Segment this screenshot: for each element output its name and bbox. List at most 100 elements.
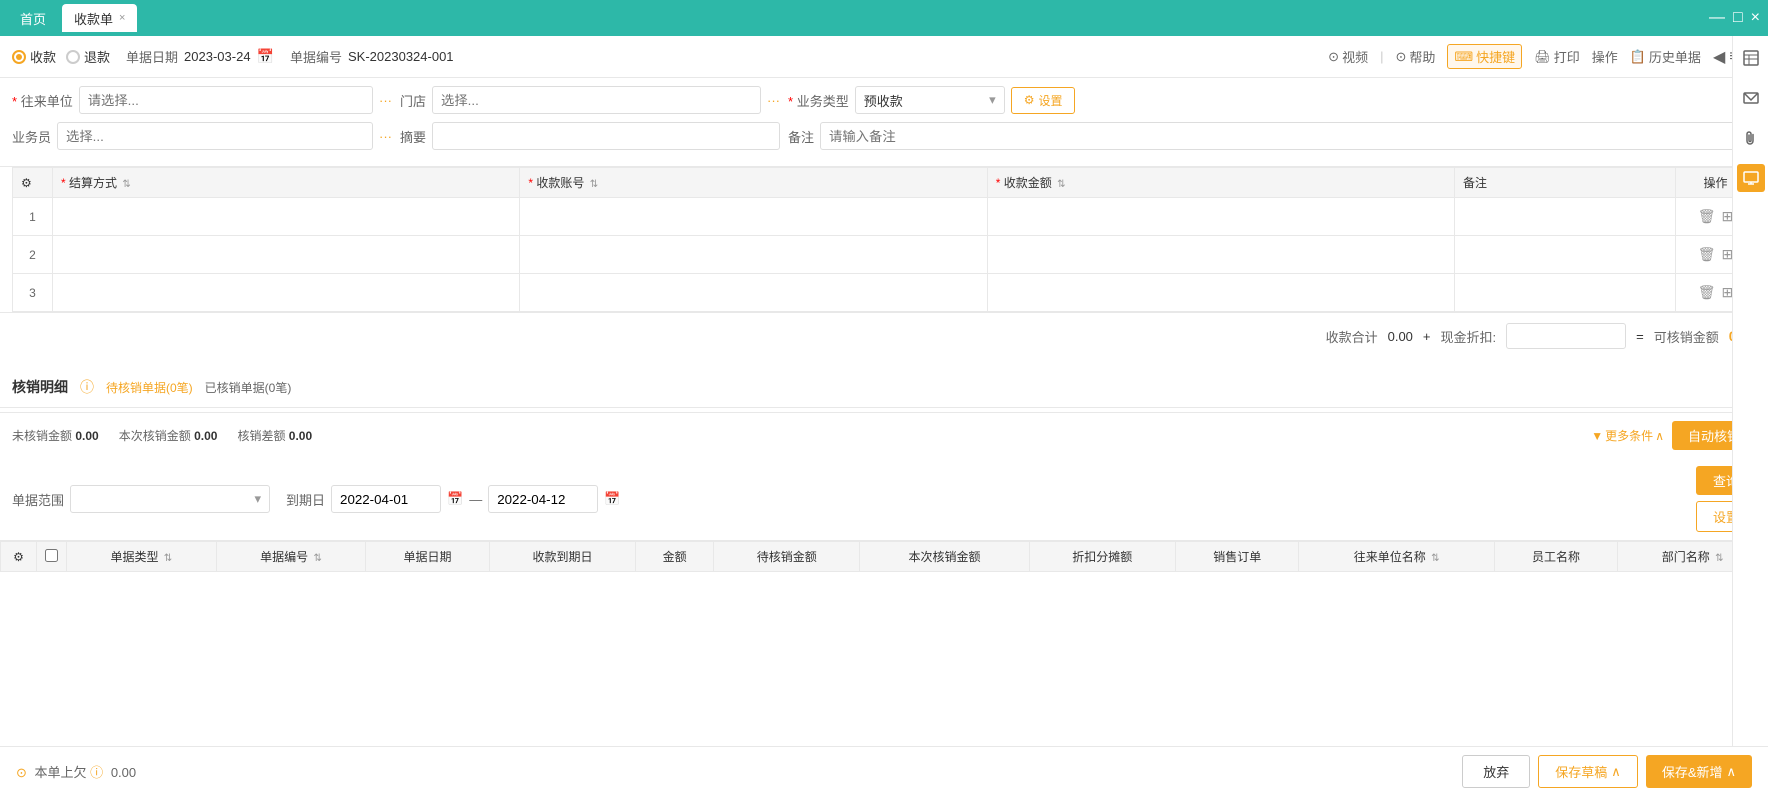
col-doc-type: 单据类型 ⇅ [67, 542, 217, 572]
summary-label: 摘要 [400, 127, 426, 146]
row-2-remark[interactable] [1455, 236, 1676, 274]
row-1-amount[interactable] [987, 198, 1454, 236]
close-btn[interactable]: × [1751, 9, 1760, 27]
store-input[interactable] [432, 86, 761, 114]
staff-input[interactable] [57, 122, 373, 150]
date-to-icon[interactable]: 📅 [604, 491, 620, 507]
row-1-remark[interactable] [1455, 198, 1676, 236]
sidebar-table-icon[interactable] [1737, 44, 1765, 72]
biz-type-select[interactable]: 预收款 ▾ [855, 86, 1005, 114]
form-row-1: * 往来单位 ··· 门店 ··· * 业务类型 预收款 ▾ [12, 86, 1756, 114]
due-date-label: 到期日 [286, 490, 325, 509]
setting-label: 设置 [1038, 92, 1062, 109]
partner-more-icon[interactable]: ··· [379, 93, 392, 108]
notes-input[interactable] [820, 122, 1756, 150]
save-new-btn[interactable]: 保存&新增 ∧ [1646, 755, 1752, 788]
video-label: 视频 [1342, 47, 1368, 66]
help-btn[interactable]: ⊙ 帮助 [1395, 47, 1435, 66]
radio-receipt[interactable]: 收款 [12, 47, 56, 66]
row-2-settlement[interactable] [53, 236, 520, 274]
print-label: 打印 [1554, 47, 1580, 66]
biz-type-field: * 业务类型 预收款 ▾ ⚙ 设置 [788, 86, 1075, 114]
row-2-account[interactable] [520, 236, 987, 274]
staff-more-icon[interactable]: ··· [379, 129, 392, 144]
shortcut-btn[interactable]: ⌨ 快捷键 [1447, 44, 1522, 69]
video-btn[interactable]: ⊙ 视频 [1328, 47, 1368, 66]
setting-icon: ⚙ [1024, 93, 1035, 107]
help-label: 帮助 [1409, 47, 1435, 66]
window-controls: — □ × [1709, 9, 1760, 27]
available-label: 可核销金额 [1654, 327, 1719, 346]
range-select[interactable]: ▾ [70, 485, 270, 513]
minimize-btn[interactable]: — [1709, 9, 1725, 27]
save-draft-label: 保存草稿 [1555, 762, 1607, 781]
setting-button[interactable]: ⚙ 设置 [1011, 87, 1076, 114]
receipt-table: ⚙ * 结算方式 ⇅ * 收款账号 ⇅ * 收款金额 [12, 167, 1756, 312]
partner-field: * 往来单位 ··· [12, 86, 392, 114]
sidebar-email-icon[interactable] [1737, 84, 1765, 112]
date-from-input[interactable] [331, 485, 441, 513]
radio-refund[interactable]: 退款 [66, 47, 110, 66]
tab-home-label: 首页 [20, 9, 46, 28]
gear-icon: ⚙ [21, 176, 32, 190]
date-to-input[interactable] [488, 485, 598, 513]
maximize-btn[interactable]: □ [1733, 9, 1743, 27]
row-3-account[interactable] [520, 274, 987, 312]
sidebar-screen-icon[interactable] [1737, 164, 1765, 192]
bottom-gear-icon: ⚙ [13, 550, 24, 564]
col-due-date: 收款到期日 [489, 542, 635, 572]
store-more-icon[interactable]: ··· [767, 93, 780, 108]
select-all-checkbox[interactable] [45, 549, 58, 562]
print-btn[interactable]: 🖨 打印 [1534, 47, 1580, 66]
video-icon: ⊙ [1328, 49, 1339, 65]
history-btn[interactable]: 📋 历史单据 [1630, 47, 1701, 66]
radio-receipt-circle [12, 50, 26, 64]
sort-dept[interactable]: ⇅ [1715, 553, 1723, 564]
row-1-delete-icon[interactable]: 🗑 [1698, 208, 1716, 225]
date-from-icon[interactable]: 📅 [447, 491, 463, 507]
table-row: 3 🗑 ⊞ [13, 274, 1756, 312]
row-2-amount[interactable] [987, 236, 1454, 274]
table-gear-header[interactable]: ⚙ [13, 168, 53, 198]
abandon-btn[interactable]: 放弃 [1462, 755, 1530, 788]
save-draft-btn[interactable]: 保存草稿 ∧ [1538, 755, 1638, 788]
discount-input[interactable] [1506, 323, 1626, 349]
tab-home[interactable]: 首页 [8, 4, 58, 32]
row-3-settlement[interactable] [53, 274, 520, 312]
verify-stats: 未核销金额 0.00 本次核销金额 0.00 核销差额 0.00 ▼ 更多条件 … [0, 413, 1768, 458]
operation-btn[interactable]: 操作 [1592, 47, 1618, 66]
verify-area: 未核销金额 0.00 本次核销金额 0.00 核销差额 0.00 ▼ 更多条件 … [0, 412, 1768, 572]
tab-current[interactable]: 收款单 × [62, 4, 137, 32]
number-field-group: 单据编号 SK-20230324-001 [290, 47, 454, 66]
row-3-amount[interactable] [987, 274, 1454, 312]
receipt-table-container: ⚙ * 结算方式 ⇅ * 收款账号 ⇅ * 收款金额 [0, 167, 1768, 312]
pending-tab[interactable]: 待核销单据(0笔) [106, 379, 193, 396]
verify-diff: 核销差额 0.00 [237, 427, 312, 444]
more-conditions-btn[interactable]: ▼ 更多条件 ∧ [1591, 427, 1664, 444]
col-remark: 备注 [1455, 168, 1676, 198]
shortcut-label: 快捷键 [1476, 47, 1515, 66]
tab-close-icon[interactable]: × [119, 12, 125, 24]
row-2-delete-icon[interactable]: 🗑 [1698, 246, 1716, 263]
bottom-checkbox-header[interactable] [37, 542, 67, 572]
sort-doc-type[interactable]: ⇅ [164, 553, 172, 564]
sort-doc-num[interactable]: ⇅ [313, 553, 321, 564]
sidebar-clip-icon[interactable] [1737, 124, 1765, 152]
prev-icon[interactable]: ◀ [1713, 47, 1725, 67]
verified-tab[interactable]: 已核销单据(0笔) [205, 379, 292, 396]
date-icon[interactable]: 📅 [257, 48, 274, 65]
partner-input[interactable] [79, 86, 373, 114]
row-3-delete-icon[interactable]: 🗑 [1698, 284, 1716, 301]
bottom-table-container: ⚙ 单据类型 ⇅ 单据编号 ⇅ [0, 541, 1768, 572]
bottom-gear-header[interactable]: ⚙ [1, 542, 37, 572]
sort-partner[interactable]: ⇅ [1431, 553, 1439, 564]
summary-input[interactable] [432, 122, 780, 150]
shortcut-icon: ⌨ [1454, 49, 1473, 65]
row-1-account[interactable] [520, 198, 987, 236]
row-3-remark[interactable] [1455, 274, 1676, 312]
row-1-settlement[interactable] [53, 198, 520, 236]
summary-row: 收款合计 0.00 + 现金折扣: = 可核销金额 0.00 [0, 312, 1768, 359]
verify-info-icon[interactable]: ⓘ [80, 377, 94, 397]
radio-refund-circle [66, 50, 80, 64]
total-value: 0.00 [1388, 329, 1413, 344]
